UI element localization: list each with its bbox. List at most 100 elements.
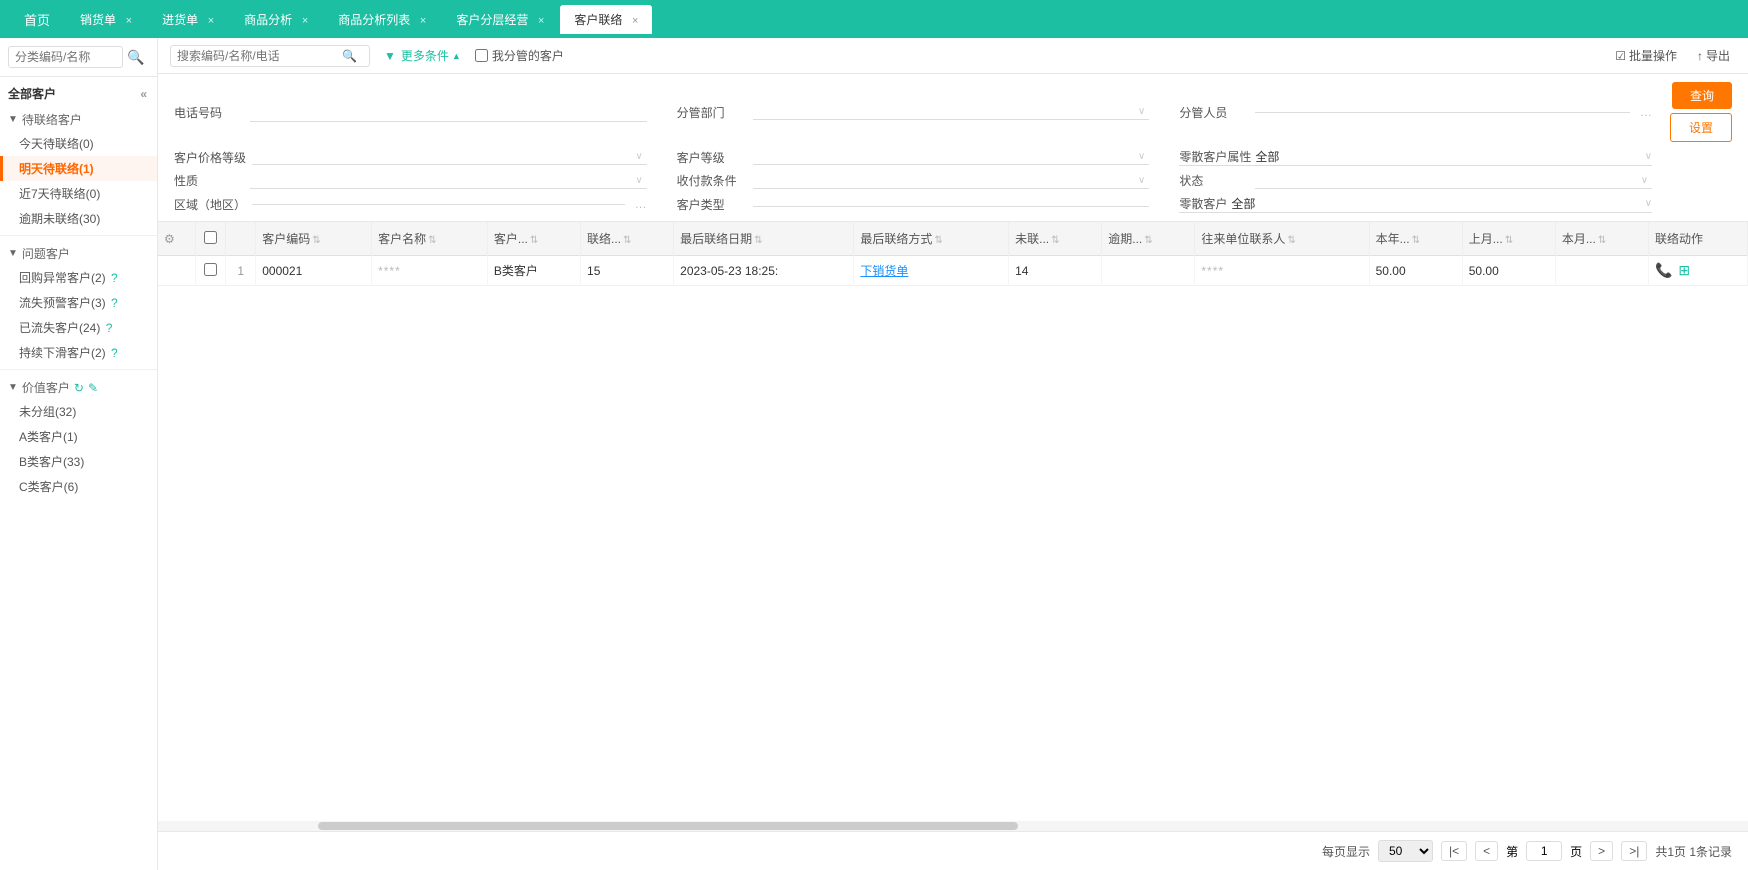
more-conditions-button[interactable]: ▼ 更多条件 ▲: [378, 44, 467, 67]
filter-row-1: 电话号码 分管部门 ∨ 分管人员 … 查询: [174, 82, 1732, 142]
nav-product-analysis-close[interactable]: ×: [302, 15, 308, 27]
last-page-button[interactable]: >|: [1621, 841, 1647, 861]
nav-customer-tier-close[interactable]: ×: [538, 15, 544, 27]
nav-home[interactable]: 首页: [10, 4, 64, 35]
sort-icon-contacts[interactable]: ⇅: [623, 235, 631, 246]
sort-icon-company[interactable]: ⇅: [1287, 235, 1295, 246]
row-contacts: 15: [581, 256, 674, 286]
settings-button[interactable]: 设置: [1670, 113, 1732, 142]
sidebar-item-7day-pending[interactable]: 近7天待联络(0): [0, 181, 157, 206]
dept-label: 分管部门: [677, 104, 747, 121]
sort-icon-name[interactable]: ⇅: [428, 235, 436, 246]
sidebar-item-a-class[interactable]: A类客户(1): [0, 424, 157, 449]
value-refresh-icon[interactable]: ↻: [74, 381, 84, 395]
horizontal-scrollbar[interactable]: [158, 821, 1748, 831]
my-customers-checkbox[interactable]: [475, 49, 488, 62]
sidebar-item-ungroup[interactable]: 未分组(32): [0, 399, 157, 424]
customer-level-chevron-icon: ∨: [1138, 151, 1145, 162]
gender-select[interactable]: ∨: [250, 173, 647, 189]
payment-select[interactable]: ∨: [753, 173, 1150, 189]
region-dots-icon[interactable]: …: [635, 197, 647, 211]
customer-type-select[interactable]: [753, 202, 1150, 207]
filter-cell-phone: 电话号码: [174, 103, 647, 122]
nav-customer-tier[interactable]: 客户分层经营 ×: [442, 5, 558, 34]
sidebar-item-overdue-pending[interactable]: 逾期未联络(30): [0, 206, 157, 231]
manager-label: 分管人员: [1179, 104, 1249, 121]
sidebar-item-churned[interactable]: 已流失客户(24) ?: [0, 315, 157, 340]
sidebar-item-tomorrow-pending[interactable]: 明天待联络(1): [0, 156, 157, 181]
value-group-title: ▼ 价值客户 ↻ ✎: [0, 374, 157, 399]
page-number-input[interactable]: [1526, 841, 1562, 861]
th-last-month: 上月...⇅: [1462, 222, 1555, 256]
table-header-row: ⚙ 客户编码⇅ 客户名称⇅ 客户...⇅ 联络...⇅ 最后联络日期⇅ 最后联络…: [158, 222, 1748, 256]
sidebar-item-c-class[interactable]: C类客户(6): [0, 474, 157, 499]
nav-product-analysis-list-close[interactable]: ×: [420, 15, 426, 27]
next-page-button[interactable]: >: [1590, 841, 1613, 861]
nav-customer-contact[interactable]: 客户联络 ×: [560, 5, 652, 34]
scrollbar-thumb[interactable]: [318, 822, 1018, 830]
customer-price-chevron-icon: ∨: [635, 151, 642, 162]
sidebar: 🔍 全部客户 « ▼ 待联络客户 今天待联络(0) 明天待联络(1) 近7天待联…: [0, 38, 158, 870]
row-action: 📞 ⊞: [1648, 256, 1747, 286]
filter-row-3: 性质 ∨ 收付款条件 ∨ 状态 ∨: [174, 172, 1732, 189]
action-phone-icon[interactable]: 📞: [1655, 262, 1672, 279]
sidebar-search-input[interactable]: [8, 46, 123, 68]
sort-icon-uncontact[interactable]: ⇅: [1051, 235, 1059, 246]
nav-purchase-order-close[interactable]: ×: [208, 15, 214, 27]
filter-search-icon[interactable]: 🔍: [342, 49, 357, 63]
sidebar-item-churn-warning[interactable]: 流失预警客户(3) ?: [0, 290, 157, 315]
customer-level-select[interactable]: ∨: [753, 149, 1150, 165]
nav-sales-order[interactable]: 销货单 ×: [66, 5, 146, 34]
prev-page-button[interactable]: <: [1475, 841, 1498, 861]
sort-icon-overdue[interactable]: ⇅: [1144, 235, 1152, 246]
sort-icon-code[interactable]: ⇅: [312, 235, 320, 246]
retail-customer-field[interactable]: 零散客户 全部 ∨: [1179, 195, 1652, 213]
sidebar-item-abnormal[interactable]: 回购异常客户(2) ?: [0, 265, 157, 290]
phone-input[interactable]: [250, 103, 647, 122]
page-size-select[interactable]: 50 100 200: [1378, 840, 1433, 862]
sidebar-item-b-class[interactable]: B类客户(33): [0, 449, 157, 474]
info-icon-declining: ?: [111, 346, 118, 360]
last-contact-method-link[interactable]: 下销货单: [860, 264, 908, 278]
value-edit-icon[interactable]: ✎: [88, 381, 98, 395]
manager-dots-icon[interactable]: …: [1640, 105, 1652, 119]
sidebar-item-today-pending[interactable]: 今天待联络(0): [0, 131, 157, 156]
th-settings[interactable]: ⚙: [158, 222, 196, 256]
main-layout: 🔍 全部客户 « ▼ 待联络客户 今天待联络(0) 明天待联络(1) 近7天待联…: [0, 38, 1748, 870]
filter-search-input[interactable]: [177, 49, 342, 63]
sort-icon-this-year[interactable]: ⇅: [1412, 235, 1420, 246]
table-row: 1 000021 **** B类客户 15 2023-05-23 18:25: …: [158, 256, 1748, 286]
phone-label: 电话号码: [174, 104, 244, 121]
status-select[interactable]: ∨: [1255, 173, 1652, 189]
first-page-button[interactable]: |<: [1441, 841, 1467, 861]
total-records-label: 共1页 1条记录: [1655, 843, 1732, 860]
collapse-icon[interactable]: «: [140, 87, 147, 101]
sort-icon-method[interactable]: ⇅: [934, 235, 942, 246]
sidebar-search-icon[interactable]: 🔍: [127, 49, 144, 66]
filter-row-4: 区域（地区） … 客户类型 零散客户 全部 ∨: [174, 195, 1732, 213]
sort-icon-last-month[interactable]: ⇅: [1505, 235, 1513, 246]
row-select-checkbox[interactable]: [204, 263, 217, 276]
nav-purchase-order[interactable]: 进货单 ×: [148, 5, 228, 34]
sort-icon-date[interactable]: ⇅: [754, 235, 762, 246]
export-button[interactable]: ↑ 导出: [1691, 44, 1736, 67]
batch-operation-button[interactable]: ☑ 批量操作: [1609, 44, 1683, 67]
retail-attr-field[interactable]: 零散客户属性 全部 ∨: [1179, 148, 1652, 166]
nav-customer-contact-close[interactable]: ×: [632, 15, 638, 27]
value-group-arrow: ▼: [8, 382, 18, 393]
select-all-checkbox[interactable]: [204, 231, 217, 244]
sort-icon-type[interactable]: ⇅: [530, 235, 538, 246]
sidebar-item-declining[interactable]: 持续下滑客户(2) ?: [0, 340, 157, 365]
customer-price-select[interactable]: ∨: [252, 149, 647, 165]
filter-bar: 🔍 ▼ 更多条件 ▲ 我分管的客户 ☑ 批量操作 ↑ 导出: [158, 38, 1748, 74]
nav-product-analysis[interactable]: 商品分析 ×: [230, 5, 322, 34]
retail-attr-chevron-icon: ∨: [1645, 151, 1652, 162]
action-grid-icon[interactable]: ⊞: [1678, 262, 1690, 279]
query-button[interactable]: 查询: [1672, 82, 1732, 109]
sort-icon-this-month[interactable]: ⇅: [1598, 235, 1606, 246]
dept-select[interactable]: ∨: [753, 104, 1150, 120]
page-suffix: 页: [1570, 843, 1582, 860]
nav-product-analysis-list[interactable]: 商品分析列表 ×: [324, 5, 440, 34]
filter-actions: 查询 设置: [1652, 82, 1732, 142]
nav-sales-order-close[interactable]: ×: [126, 15, 132, 27]
